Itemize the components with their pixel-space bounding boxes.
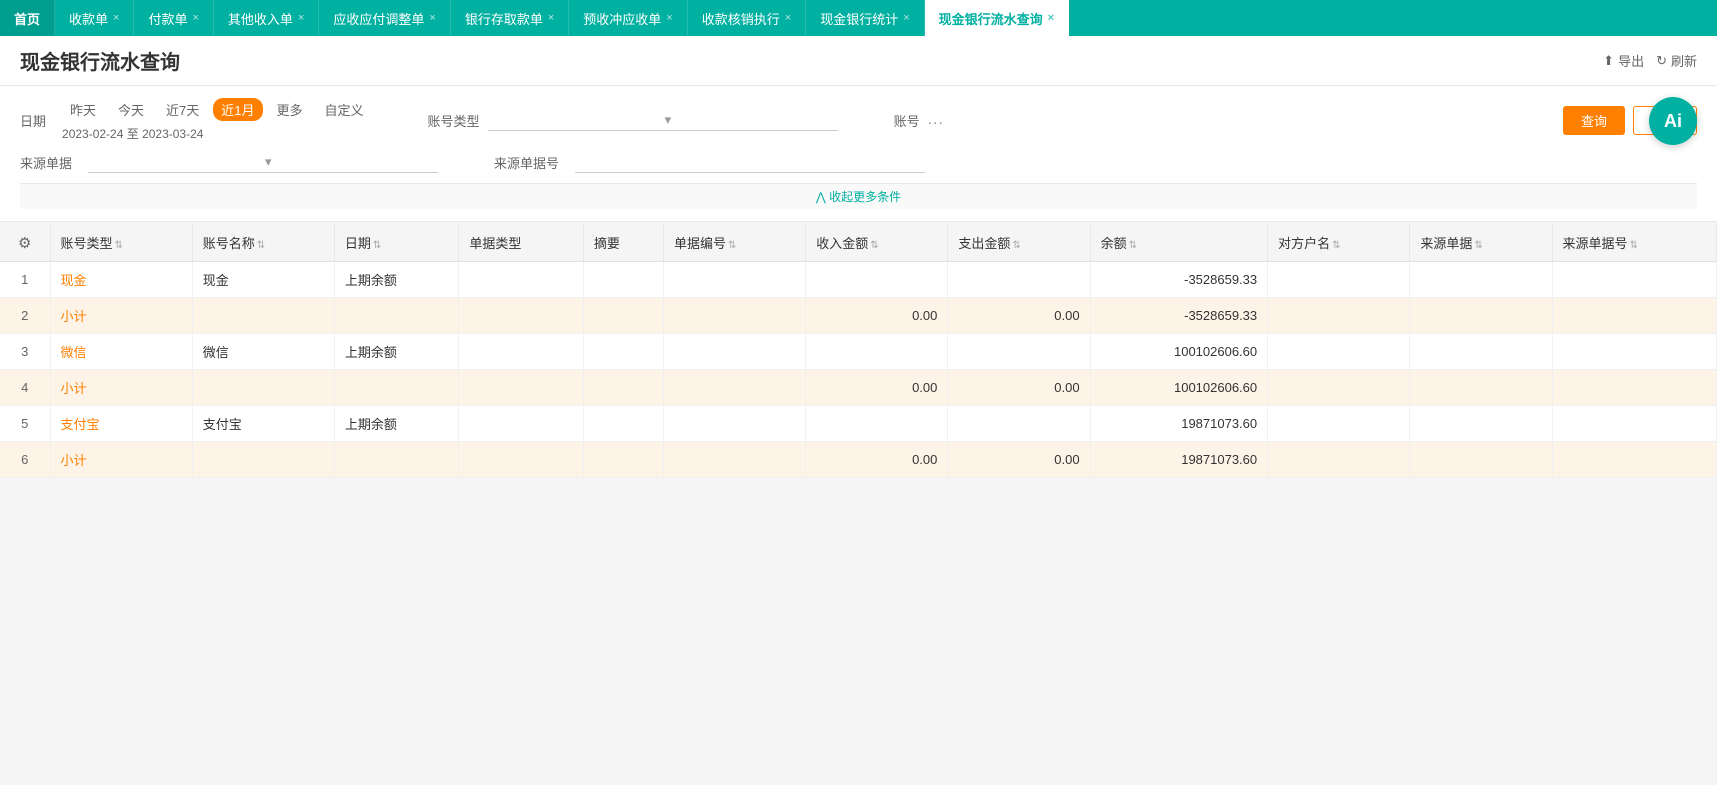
page-title: 现金银行流水查询 [20, 46, 180, 75]
account-type-label: 账号类型 [428, 111, 480, 130]
close-icon-yushou[interactable]: × [666, 12, 672, 24]
close-icon-tongji[interactable]: × [903, 12, 909, 24]
sort-icon-expense: ⇅ [1012, 240, 1020, 251]
sort-icon-account-type: ⇅ [115, 240, 123, 251]
sort-icon-account-name: ⇅ [257, 240, 265, 251]
collapse-bar[interactable]: ⋀ 收起更多条件 [20, 183, 1697, 209]
gear-icon: ⚙ [18, 235, 31, 252]
date-shortcuts: 昨天 今天 近7天 近1月 更多 自定义 [62, 98, 372, 121]
col-balance[interactable]: 余额⇅ [1090, 224, 1268, 262]
top-nav: 首页 收款单 × 付款单 × 其他收入单 × 应收应付调整单 × 银行存取款单 … [0, 0, 1717, 36]
table-row[interactable]: 3微信微信上期余额100102606.60 [0, 334, 1717, 370]
close-icon-liushui[interactable]: × [1048, 12, 1054, 24]
col-counterparty[interactable]: 对方户名⇅ [1268, 224, 1410, 262]
collapse-up-icon: ⋀ [816, 190, 826, 204]
col-summary: 摘要 [583, 224, 663, 262]
col-account-name[interactable]: 账号名称⇅ [192, 224, 334, 262]
today-btn[interactable]: 今天 [110, 98, 152, 121]
filter-row-date: 日期 昨天 今天 近7天 近1月 更多 自定义 2023-02-24 至 202… [20, 98, 1697, 142]
custom-btn[interactable]: 自定义 [317, 98, 372, 121]
close-icon-qitashouru[interactable]: × [298, 12, 304, 24]
sort-icon-source-doc-no: ⇅ [1630, 240, 1638, 251]
col-doc-no[interactable]: 单据编号⇅ [664, 224, 806, 262]
chevron-down-icon: ▾ [665, 112, 832, 128]
filter-area: 日期 昨天 今天 近7天 近1月 更多 自定义 2023-02-24 至 202… [0, 86, 1717, 222]
col-source-doc-no[interactable]: 来源单据号⇅ [1552, 224, 1716, 262]
more-btn[interactable]: 更多 [269, 98, 311, 121]
table-row[interactable]: 5支付宝支付宝上期余额19871073.60 [0, 406, 1717, 442]
source-doc-no-input[interactable] [575, 153, 925, 173]
near7-btn[interactable]: 近7天 [158, 98, 207, 121]
filter-row-source: 来源单据 ▾ 来源单据号 [20, 152, 1697, 173]
nav-item-yingshou[interactable]: 应收应付调整单 × [319, 0, 450, 36]
nav-item-liushui[interactable]: 现金银行流水查询 × [925, 0, 1069, 36]
table-row[interactable]: 4小计0.000.00100102606.60 [0, 370, 1717, 406]
table-row[interactable]: 1现金现金上期余额-3528659.33 [0, 262, 1717, 298]
table-row[interactable]: 2小计0.000.00-3528659.33 [0, 298, 1717, 334]
account-type-select[interactable]: ▾ [488, 110, 838, 131]
sort-icon-counterparty: ⇅ [1332, 240, 1340, 251]
nav-item-qitashouru[interactable]: 其他收入单 × [214, 0, 319, 36]
near1m-btn[interactable]: 近1月 [213, 98, 262, 121]
data-table: ⚙ 账号类型⇅ 账号名称⇅ 日期⇅ 单据类型 摘要 单据编号⇅ 收入金额⇅ 支出… [0, 224, 1717, 478]
col-source-doc[interactable]: 来源单据⇅ [1410, 224, 1552, 262]
refresh-icon: ↻ [1656, 53, 1667, 69]
sort-icon-doc-no: ⇅ [728, 240, 736, 251]
nav-item-fukudan[interactable]: 付款单 × [134, 0, 213, 36]
yesterday-btn[interactable]: 昨天 [62, 98, 104, 121]
nav-item-tongji[interactable]: 现金银行统计 × [806, 0, 924, 36]
col-expense[interactable]: 支出金额⇅ [948, 224, 1090, 262]
nav-item-shoudan[interactable]: 收款单 × [55, 0, 134, 36]
chevron-down-icon-2: ▾ [265, 154, 432, 170]
close-icon-yingshou[interactable]: × [429, 12, 435, 24]
sort-icon-income: ⇅ [870, 240, 878, 251]
source-doc-label: 来源单据 [20, 153, 72, 172]
date-label: 日期 [20, 111, 46, 130]
col-doc-type: 单据类型 [459, 224, 583, 262]
ai-assistant-button[interactable]: Ai [1649, 97, 1697, 145]
table-row[interactable]: 6小计0.000.0019871073.60 [0, 442, 1717, 478]
close-icon-shoukuan[interactable]: × [785, 12, 791, 24]
nav-item-yinhang[interactable]: 银行存取款单 × [451, 0, 569, 36]
export-icon: ⬆ [1603, 53, 1614, 69]
close-icon-shoudan[interactable]: × [113, 12, 119, 24]
search-button[interactable]: 查询 [1563, 106, 1625, 135]
source-doc-no-label: 来源单据号 [494, 153, 559, 172]
header-actions: ⬆ 导出 ↻ 刷新 [1603, 51, 1697, 70]
col-income[interactable]: 收入金额⇅ [806, 224, 948, 262]
nav-home[interactable]: 首页 [0, 0, 55, 36]
table-header-row: ⚙ 账号类型⇅ 账号名称⇅ 日期⇅ 单据类型 摘要 单据编号⇅ 收入金额⇅ 支出… [0, 224, 1717, 262]
close-icon-fukudan[interactable]: × [192, 12, 198, 24]
export-button[interactable]: ⬆ 导出 [1603, 51, 1644, 70]
account-label: 账号 [894, 111, 920, 130]
col-account-type[interactable]: 账号类型⇅ [50, 224, 192, 262]
table-container: ⚙ 账号类型⇅ 账号名称⇅ 日期⇅ 单据类型 摘要 单据编号⇅ 收入金额⇅ 支出… [0, 224, 1717, 478]
date-range-display: 2023-02-24 至 2023-03-24 [62, 125, 372, 142]
nav-item-yushou[interactable]: 预收冲应收单 × [569, 0, 687, 36]
sort-icon-date: ⇅ [373, 240, 381, 251]
nav-item-shoukuan[interactable]: 收款核销执行 × [688, 0, 806, 36]
page-header: 现金银行流水查询 ⬆ 导出 ↻ 刷新 [0, 36, 1717, 86]
col-date[interactable]: 日期⇅ [334, 224, 458, 262]
refresh-button[interactable]: ↻ 刷新 [1656, 51, 1697, 70]
sort-icon-balance: ⇅ [1129, 240, 1137, 251]
source-doc-select[interactable]: ▾ [88, 152, 438, 173]
sort-icon-source-doc: ⇅ [1474, 240, 1482, 251]
col-gear[interactable]: ⚙ [0, 224, 50, 262]
close-icon-yinhang[interactable]: × [548, 12, 554, 24]
account-dots-button[interactable]: ... [928, 111, 944, 129]
